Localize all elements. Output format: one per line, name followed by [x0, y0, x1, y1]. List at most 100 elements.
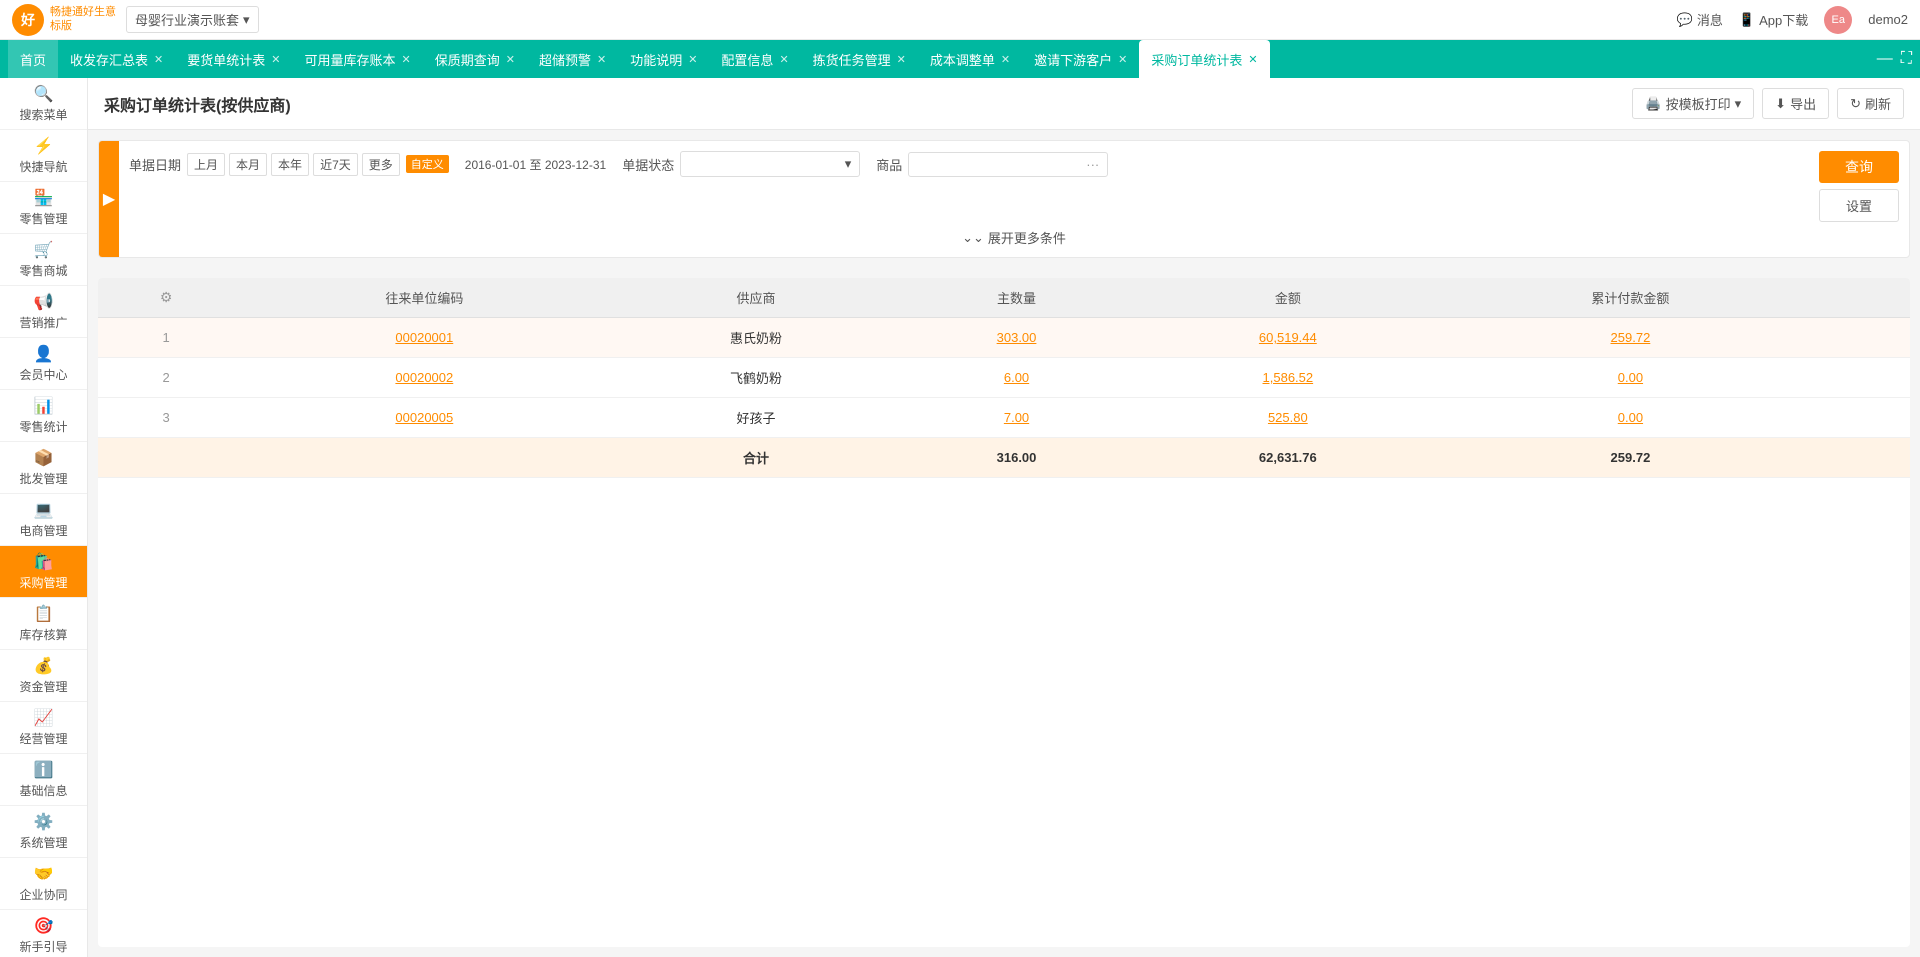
app-download-button[interactable]: 📱 App下载 [1739, 10, 1808, 29]
sidebar-item-newbie[interactable]: 🎯 新手引导 [0, 910, 87, 957]
sidebar-item-enterprise-collab[interactable]: 🤝 企业协同 [0, 858, 87, 910]
gear-icon: ⚙️ [34, 812, 54, 832]
handshake-icon: 🤝 [34, 864, 54, 884]
row-code[interactable]: 00020002 [234, 358, 614, 398]
table-row: 3 00020005 好孩子 7.00 525.80 0.00 [98, 398, 1910, 438]
sidebar-item-basic-info[interactable]: ℹ️ 基础信息 [0, 754, 87, 806]
sidebar-item-finance[interactable]: 💰 资金管理 [0, 650, 87, 702]
row-num: 2 [98, 358, 234, 398]
settings-button[interactable]: 设置 [1819, 189, 1899, 222]
close-icon[interactable]: ✕ [897, 53, 906, 66]
message-button[interactable]: 💬 消息 [1677, 10, 1723, 29]
row-num: 3 [98, 398, 234, 438]
row-supplier: 惠氏奶粉 [614, 318, 897, 358]
nav-right-controls: — ⛶ [1877, 50, 1912, 68]
query-button[interactable]: 查询 [1819, 151, 1899, 183]
row-paid[interactable]: 0.00 [1440, 358, 1820, 398]
row-qty[interactable]: 303.00 [898, 318, 1136, 358]
tab-home[interactable]: 首页 [8, 40, 58, 78]
col-settings[interactable]: ⚙ [98, 278, 234, 318]
close-icon[interactable]: ✕ [597, 53, 606, 66]
avatar[interactable]: Ea [1824, 6, 1852, 34]
footer-amount: 62,631.76 [1135, 438, 1440, 478]
page-header-actions: 🖨️ 按模板打印 ▾ ⬇ 导出 ↻ 刷新 [1632, 88, 1904, 119]
close-icon[interactable]: ✕ [1248, 53, 1257, 66]
row-amount[interactable]: 1,586.52 [1135, 358, 1440, 398]
export-button[interactable]: ⬇ 导出 [1762, 88, 1829, 119]
sidebar-item-retail-mall[interactable]: 🛒 零售商城 [0, 234, 87, 286]
workspace-selector[interactable]: 母婴行业演示账套 ▾ [126, 6, 259, 33]
promotion-icon: 📢 [34, 292, 54, 312]
sidebar-item-purchase[interactable]: 🛍️ 采购管理 [0, 546, 87, 598]
tab-1[interactable]: 收发存汇总表 ✕ [58, 40, 175, 78]
tab-6[interactable]: 功能说明 ✕ [618, 40, 709, 78]
footer-label: 合计 [614, 438, 897, 478]
tab-8[interactable]: 拣货任务管理 ✕ [801, 40, 918, 78]
sidebar-item-search[interactable]: 🔍 搜索菜单 [0, 78, 87, 130]
logo-text: 畅捷通好生意 标版 [50, 6, 116, 32]
status-select[interactable]: ▾ [680, 151, 860, 177]
close-icon[interactable]: ✕ [1118, 53, 1127, 66]
shortcut-7days[interactable]: 近7天 [313, 153, 358, 176]
footer-extra [1821, 438, 1911, 478]
row-paid[interactable]: 259.72 [1440, 318, 1820, 358]
close-icon[interactable]: ✕ [271, 53, 280, 66]
tab-4[interactable]: 保质期查询 ✕ [423, 40, 527, 78]
close-icon[interactable]: ✕ [688, 53, 697, 66]
filter-inner: 单据日期 上月 本月 本年 近7天 更多 自定义 2016-01-01 [119, 141, 1909, 257]
close-icon[interactable]: ✕ [779, 53, 788, 66]
row-amount[interactable]: 525.80 [1135, 398, 1440, 438]
tab-7[interactable]: 配置信息 ✕ [709, 40, 800, 78]
tab-9[interactable]: 成本调整单 ✕ [918, 40, 1022, 78]
row-qty[interactable]: 6.00 [898, 358, 1136, 398]
download-icon: 📱 [1739, 12, 1755, 28]
tab-10[interactable]: 邀请下游客户 ✕ [1022, 40, 1139, 78]
lightning-icon: ⚡ [34, 136, 54, 156]
sidebar-item-operations[interactable]: 📈 经营管理 [0, 702, 87, 754]
goods-input[interactable]: ··· [908, 152, 1108, 177]
close-icon[interactable]: ✕ [402, 53, 411, 66]
row-amount[interactable]: 60,519.44 [1135, 318, 1440, 358]
col-paid: 累计付款金额 [1440, 278, 1820, 318]
sidebar-item-quicknav[interactable]: ⚡ 快捷导航 [0, 130, 87, 182]
sidebar-item-system[interactable]: ⚙️ 系统管理 [0, 806, 87, 858]
shortcut-this-year[interactable]: 本年 [271, 153, 309, 176]
maximize-icon[interactable]: ⛶ [1901, 50, 1912, 68]
sidebar-item-inventory[interactable]: 📋 库存核算 [0, 598, 87, 650]
sidebar-item-retail-stats[interactable]: 📊 零售统计 [0, 390, 87, 442]
close-icon[interactable]: ✕ [506, 53, 515, 66]
minimize-icon[interactable]: — [1877, 50, 1893, 68]
tab-3[interactable]: 可用量库存账本 ✕ [292, 40, 422, 78]
close-icon[interactable]: ✕ [154, 53, 163, 66]
date-range-display: 2016-01-01 至 2023-12-31 [465, 156, 606, 173]
footer-paid: 259.72 [1440, 438, 1820, 478]
shortcut-more[interactable]: 更多 [362, 153, 400, 176]
more-icon: ··· [1086, 157, 1099, 172]
row-paid[interactable]: 0.00 [1440, 398, 1820, 438]
row-num: 1 [98, 318, 234, 358]
row-qty[interactable]: 7.00 [898, 398, 1136, 438]
close-icon[interactable]: ✕ [1001, 53, 1010, 66]
sidebar-item-wholesale[interactable]: 📦 批发管理 [0, 442, 87, 494]
print-button[interactable]: 🖨️ 按模板打印 ▾ [1632, 88, 1754, 119]
sidebar-item-retail-mgmt[interactable]: 🏪 零售管理 [0, 182, 87, 234]
shortcut-last-month[interactable]: 上月 [187, 153, 225, 176]
sidebar-item-ecommerce[interactable]: 💻 电商管理 [0, 494, 87, 546]
sidebar: 🔍 搜索菜单 ⚡ 快捷导航 🏪 零售管理 🛒 零售商城 📢 营销推广 👤 会员中… [0, 78, 88, 957]
filter-fields: 单据日期 上月 本月 本年 近7天 更多 自定义 2016-01-01 [129, 151, 1807, 177]
filter-toggle-button[interactable]: ▶ [99, 141, 119, 257]
tab-11-active[interactable]: 采购订单统计表 ✕ [1139, 40, 1269, 78]
sidebar-item-members[interactable]: 👤 会员中心 [0, 338, 87, 390]
date-filter-group: 单据日期 上月 本月 本年 近7天 更多 自定义 [129, 153, 449, 176]
top-bar-right: 💬 消息 📱 App下载 Ea demo2 [1677, 6, 1908, 34]
expand-more-button[interactable]: ⌄⌄ 展开更多条件 [954, 228, 1074, 247]
tab-5[interactable]: 超储预警 ✕ [527, 40, 618, 78]
sidebar-item-marketing[interactable]: 📢 营销推广 [0, 286, 87, 338]
shortcut-this-month[interactable]: 本月 [229, 153, 267, 176]
arrow-right-icon: ▶ [103, 189, 115, 209]
row-code[interactable]: 00020005 [234, 398, 614, 438]
top-bar: 好 畅捷通好生意 标版 母婴行业演示账套 ▾ 💬 消息 📱 App下载 Ea d… [0, 0, 1920, 40]
tab-2[interactable]: 要货单统计表 ✕ [175, 40, 292, 78]
row-code[interactable]: 00020001 [234, 318, 614, 358]
refresh-button[interactable]: ↻ 刷新 [1837, 88, 1904, 119]
